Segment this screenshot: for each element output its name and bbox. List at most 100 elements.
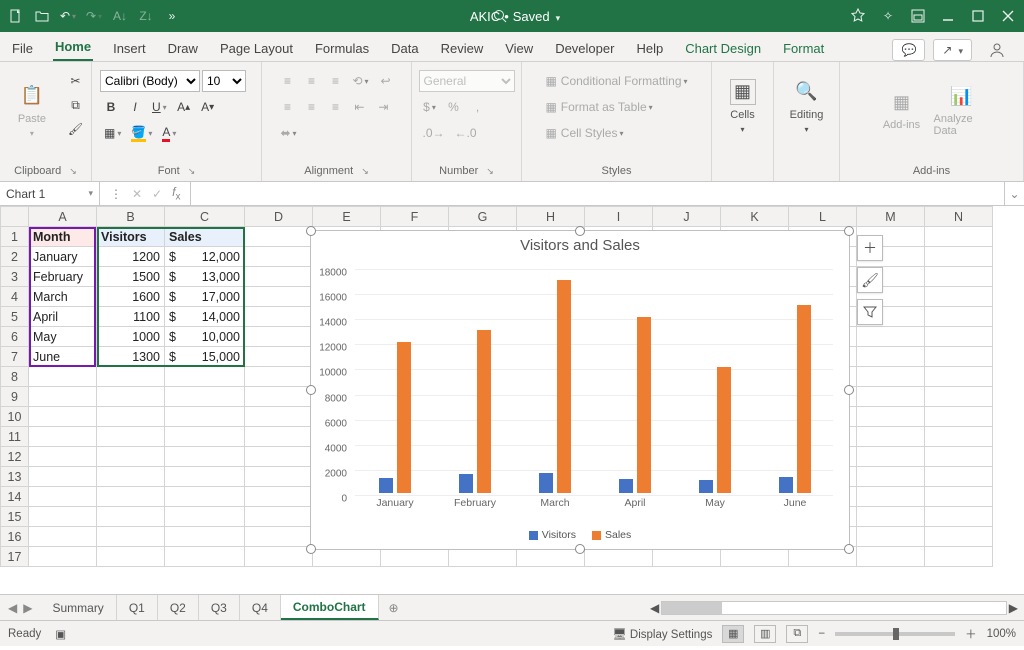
cell[interactable] xyxy=(857,407,925,427)
cell[interactable] xyxy=(925,507,993,527)
cell[interactable] xyxy=(165,367,245,387)
cell[interactable] xyxy=(245,407,313,427)
zoom-slider[interactable] xyxy=(835,632,955,636)
cell[interactable] xyxy=(925,547,993,567)
copy-icon[interactable]: ⧉ xyxy=(64,94,87,116)
cell[interactable] xyxy=(165,527,245,547)
view-page-break-button[interactable]: ⧉ xyxy=(786,625,808,643)
row-header-3[interactable]: 3 xyxy=(1,267,29,287)
row-header-10[interactable]: 10 xyxy=(1,407,29,427)
row-header-4[interactable]: 4 xyxy=(1,287,29,307)
chart-plot-area[interactable] xyxy=(355,269,833,493)
tab-developer[interactable]: Developer xyxy=(553,35,616,61)
resize-handle-tl[interactable] xyxy=(306,226,316,236)
search-icon[interactable] xyxy=(492,8,508,24)
view-normal-button[interactable]: ▦ xyxy=(722,625,744,643)
editing-button[interactable]: 🔍 Editing▾ xyxy=(779,66,835,146)
cell[interactable]: Visitors xyxy=(97,227,165,247)
tab-draw[interactable]: Draw xyxy=(166,35,200,61)
row-header-5[interactable]: 5 xyxy=(1,307,29,327)
cell[interactable] xyxy=(925,407,993,427)
cell[interactable]: 1500 xyxy=(97,267,165,287)
cell[interactable] xyxy=(245,547,313,567)
col-header-E[interactable]: E xyxy=(313,207,381,227)
cell[interactable] xyxy=(29,447,97,467)
clipboard-launcher-icon[interactable] xyxy=(65,165,77,177)
font-launcher-icon[interactable] xyxy=(184,165,196,177)
comments-button[interactable]: 💬 xyxy=(892,39,925,61)
cell[interactable] xyxy=(925,467,993,487)
resize-handle-tr[interactable] xyxy=(844,226,854,236)
row-header-6[interactable]: 6 xyxy=(1,327,29,347)
new-file-icon[interactable] xyxy=(8,8,24,24)
row-header-12[interactable]: 12 xyxy=(1,447,29,467)
cell[interactable] xyxy=(245,447,313,467)
cell[interactable] xyxy=(925,307,993,327)
cell[interactable] xyxy=(925,267,993,287)
cell[interactable]: March xyxy=(29,287,97,307)
row-header-17[interactable]: 17 xyxy=(1,547,29,567)
cell[interactable] xyxy=(857,547,925,567)
cell[interactable] xyxy=(245,307,313,327)
document-title[interactable]: AKIC • Saved xyxy=(470,9,560,24)
cell[interactable] xyxy=(925,347,993,367)
cell[interactable] xyxy=(165,487,245,507)
cell[interactable] xyxy=(29,427,97,447)
cell[interactable]: 1200 xyxy=(97,247,165,267)
cell[interactable] xyxy=(925,287,993,307)
account-icon[interactable] xyxy=(980,39,1014,61)
col-header-H[interactable]: H xyxy=(517,207,585,227)
hscroll-thumb[interactable] xyxy=(662,602,722,614)
cell[interactable] xyxy=(925,387,993,407)
cell[interactable]: $12,000 xyxy=(165,247,245,267)
cell[interactable] xyxy=(857,507,925,527)
row-header-13[interactable]: 13 xyxy=(1,467,29,487)
resize-handle-bl[interactable] xyxy=(306,544,316,554)
tab-file[interactable]: File xyxy=(10,35,35,61)
cells-button[interactable]: ▦ Cells▾ xyxy=(715,66,771,146)
format-painter-icon[interactable]: 🖌 xyxy=(64,118,87,140)
share-button[interactable]: ↗ xyxy=(933,39,972,61)
cell[interactable] xyxy=(925,227,993,247)
cell[interactable] xyxy=(165,447,245,467)
row-header-9[interactable]: 9 xyxy=(1,387,29,407)
cell[interactable] xyxy=(245,467,313,487)
row-header-16[interactable]: 16 xyxy=(1,527,29,547)
cell[interactable] xyxy=(245,227,313,247)
tab-page-layout[interactable]: Page Layout xyxy=(218,35,295,61)
macro-record-icon[interactable]: ▣ xyxy=(55,627,66,641)
cell[interactable]: $14,000 xyxy=(165,307,245,327)
resize-handle-bc[interactable] xyxy=(575,544,585,554)
qat-overflow-icon[interactable]: » xyxy=(164,8,180,24)
cell[interactable]: 1600 xyxy=(97,287,165,307)
cell[interactable]: April xyxy=(29,307,97,327)
cell[interactable] xyxy=(857,447,925,467)
cell[interactable]: $10,000 xyxy=(165,327,245,347)
col-header-B[interactable]: B xyxy=(97,207,165,227)
cell[interactable]: February xyxy=(29,267,97,287)
underline-button[interactable]: U xyxy=(148,96,171,118)
number-launcher-icon[interactable] xyxy=(482,165,494,177)
chart-elements-button[interactable]: ＋ xyxy=(857,235,883,261)
cell[interactable]: $17,000 xyxy=(165,287,245,307)
borders-button[interactable]: ▦ xyxy=(100,122,125,144)
tab-formulas[interactable]: Formulas xyxy=(313,35,371,61)
cell[interactable] xyxy=(925,367,993,387)
cell[interactable] xyxy=(925,247,993,267)
cell[interactable] xyxy=(857,367,925,387)
row-header-11[interactable]: 11 xyxy=(1,427,29,447)
cell[interactable]: January xyxy=(29,247,97,267)
alignment-launcher-icon[interactable] xyxy=(357,165,369,177)
cell[interactable]: 1000 xyxy=(97,327,165,347)
ribbon-mode-icon[interactable] xyxy=(910,8,926,24)
zoom-in-button[interactable]: ＋ xyxy=(965,626,977,642)
cell[interactable] xyxy=(245,247,313,267)
cell[interactable] xyxy=(925,327,993,347)
row-header-7[interactable]: 7 xyxy=(1,347,29,367)
cell[interactable] xyxy=(29,547,97,567)
cell[interactable] xyxy=(165,387,245,407)
cell[interactable] xyxy=(97,487,165,507)
tab-nav-next-icon[interactable]: ▶ xyxy=(23,601,32,615)
cell[interactable] xyxy=(857,527,925,547)
premium-icon[interactable] xyxy=(850,8,866,24)
